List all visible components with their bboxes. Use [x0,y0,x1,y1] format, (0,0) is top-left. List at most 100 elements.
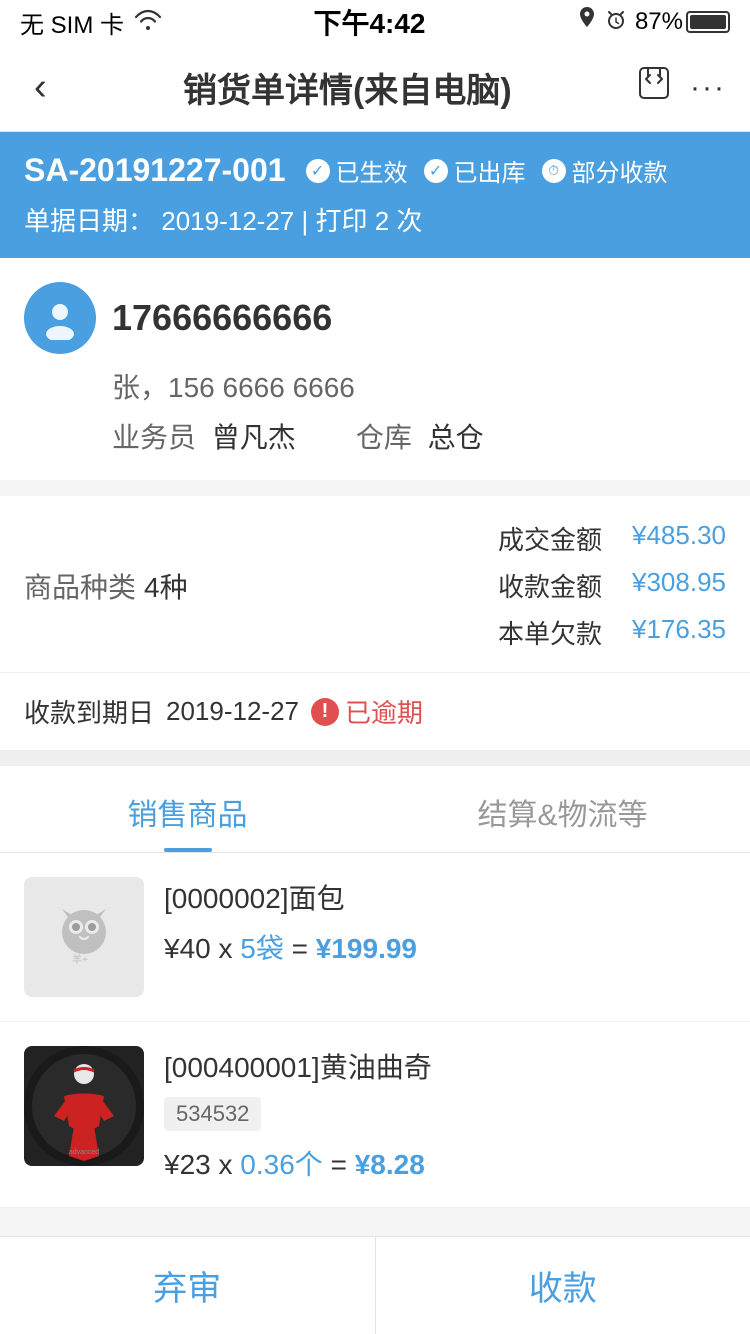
overdue-badge: ! 已逾期 [311,693,423,730]
warehouse-label: 仓库 [356,422,412,453]
order-date-row: 单据日期： 2019-12-27 | 打印 2 次 [24,201,726,238]
nav-bar: ‹ 销货单详情(来自电脑) ··· [0,44,750,132]
customer-avatar [24,282,96,354]
price-total-1: ¥199.99 [316,933,417,964]
date-label: 单据日期： [24,206,154,236]
main-content: SA-20191227-001 ✓ 已生效 ✓ 已出库 ⏱ 部分收款 单据日期：… [0,132,750,1306]
debt-row: 本单欠款 ¥176.35 [498,614,726,651]
price-qty-2: 0.36个 [240,1149,323,1180]
product-info-1: [0000002]面包 ¥40 x 5袋 = ¥199.99 [164,877,726,967]
carrier-label: 无 SIM 卡 [20,5,124,40]
product-name-1: [0000002]面包 [164,877,726,917]
badge-partial: ⏱ 部分收款 [542,153,668,188]
badge-shipped-label: 已出库 [454,153,526,188]
amount-value: ¥485.30 [632,520,726,557]
print-label: 打印 [315,206,367,236]
due-date-section: 收款到期日 2019-12-27 ! 已逾期 [0,672,750,750]
status-bar: 无 SIM 卡 下午4:42 87% [0,0,750,44]
clock-icon: ⏱ [542,159,566,183]
collected-row: 收款金额 ¥308.95 [498,567,726,604]
product-price-1: ¥40 x 5袋 = ¥199.99 [164,927,726,967]
amount-row: 成交金额 ¥485.30 [498,520,726,557]
print-count-val: 2 次 [375,206,423,236]
tab-settlement-label: 结算&物流等 [477,799,647,832]
price-qty-1: 5袋 [240,933,284,964]
print-separator: | [301,206,315,236]
badge-effective: ✓ 已生效 [306,153,408,188]
financial-stats: 成交金额 ¥485.30 收款金额 ¥308.95 本单欠款 ¥176.35 [498,520,726,651]
salesman-value: 曾凡杰 [212,422,296,453]
stats-section: 商品种类 4种 成交金额 ¥485.30 收款金额 ¥308.95 本单欠款 ¥… [0,496,750,750]
collected-label: 收款金额 [498,567,602,604]
customer-name: 17666666666 [112,297,332,339]
warehouse-field: 仓库 总仓 [356,416,484,456]
battery-percent: 87% [635,8,683,36]
svg-text:羊+: 羊+ [72,953,88,966]
order-id-row: SA-20191227-001 ✓ 已生效 ✓ 已出库 ⏱ 部分收款 [24,152,726,189]
badge-shipped: ✓ 已出库 [424,153,526,188]
customer-section: 17666666666 张，156 6666 6666 业务员 曾凡杰 仓库 总… [0,258,750,480]
price-base-2: ¥23 [164,1149,211,1180]
more-icon[interactable]: ··· [690,71,726,105]
page-title: 销货单详情(来自电脑) [183,63,512,112]
check-icon-1: ✓ [306,159,330,183]
status-left: 无 SIM 卡 [20,5,162,40]
warehouse-value: 总仓 [428,422,484,453]
nav-actions: ··· [638,66,726,109]
order-header: SA-20191227-001 ✓ 已生效 ✓ 已出库 ⏱ 部分收款 单据日期：… [0,132,750,258]
product-tabs: 销售商品 结算&物流等 [0,766,750,853]
debt-value: ¥176.35 [632,614,726,651]
debt-label: 本单欠款 [498,614,602,651]
svg-text:advanced: advanced [69,1149,99,1156]
category-stat: 商品种类 4种 [24,520,188,651]
salesman-label: 业务员 [112,422,196,453]
tab-sales-label: 销售商品 [128,799,248,832]
section-divider [0,750,750,766]
bottom-bar: 弃审 收款 [0,1236,750,1334]
location-icon [577,7,597,38]
share-icon[interactable] [638,66,670,109]
customer-row: 17666666666 [24,282,726,354]
time-label: 下午4:42 [313,2,425,42]
alarm-icon [605,8,627,37]
product-thumbnail-2: advanced [24,1046,144,1166]
customer-meta: 业务员 曾凡杰 仓库 总仓 [112,416,726,456]
badge-effective-label: 已生效 [336,153,408,188]
battery-indicator: 87% [635,8,730,36]
product-thumbnail-1: 羊+ [24,877,144,997]
product-name-2: [000400001]黄油曲奇 [164,1046,726,1086]
order-date: 2019-12-27 [161,206,294,236]
due-label: 收款到期日 [24,693,154,730]
confirm-button[interactable]: 收款 [376,1237,750,1334]
product-info-2: [000400001]黄油曲奇 534532 ¥23 x 0.36个 = ¥8.… [164,1046,726,1183]
category-label: 商品种类 [24,566,136,606]
customer-detail: 张，156 6666 6666 [112,366,726,406]
back-button[interactable]: ‹ [24,56,57,119]
product-item-2: advanced [000400001]黄油曲奇 534532 ¥23 x 0.… [0,1022,750,1208]
collected-value: ¥308.95 [632,567,726,604]
wifi-icon [134,8,162,37]
price-eq-2: = [331,1149,355,1180]
status-right: 87% [577,7,730,38]
stats-row: 商品种类 4种 成交金额 ¥485.30 收款金额 ¥308.95 本单欠款 ¥… [0,496,750,671]
order-id: SA-20191227-001 [24,152,286,189]
price-x-2: x [219,1149,241,1180]
price-total-2: ¥8.28 [355,1149,425,1180]
overdue-text: 已逾期 [345,693,423,730]
product-list: 羊+ [0000002]面包 ¥40 x 5袋 = ¥199.99 [0,853,750,1208]
amount-label: 成交金额 [498,520,602,557]
badge-partial-label: 部分收款 [572,153,668,188]
price-x-1: x [219,933,241,964]
overdue-icon: ! [311,698,339,726]
price-eq-1: = [292,933,316,964]
price-base-1: ¥40 [164,933,211,964]
check-icon-2: ✓ [424,159,448,183]
salesman-field: 业务员 曾凡杰 [112,416,296,456]
product-price-2: ¥23 x 0.36个 = ¥8.28 [164,1143,726,1183]
product-sku-2: 534532 [164,1097,261,1131]
tab-settlement[interactable]: 结算&物流等 [375,766,750,852]
due-date: 2019-12-27 [166,696,299,727]
tab-sales-products[interactable]: 销售商品 [0,766,375,852]
status-badges: ✓ 已生效 ✓ 已出库 ⏱ 部分收款 [306,153,668,188]
cancel-button[interactable]: 弃审 [0,1237,376,1334]
